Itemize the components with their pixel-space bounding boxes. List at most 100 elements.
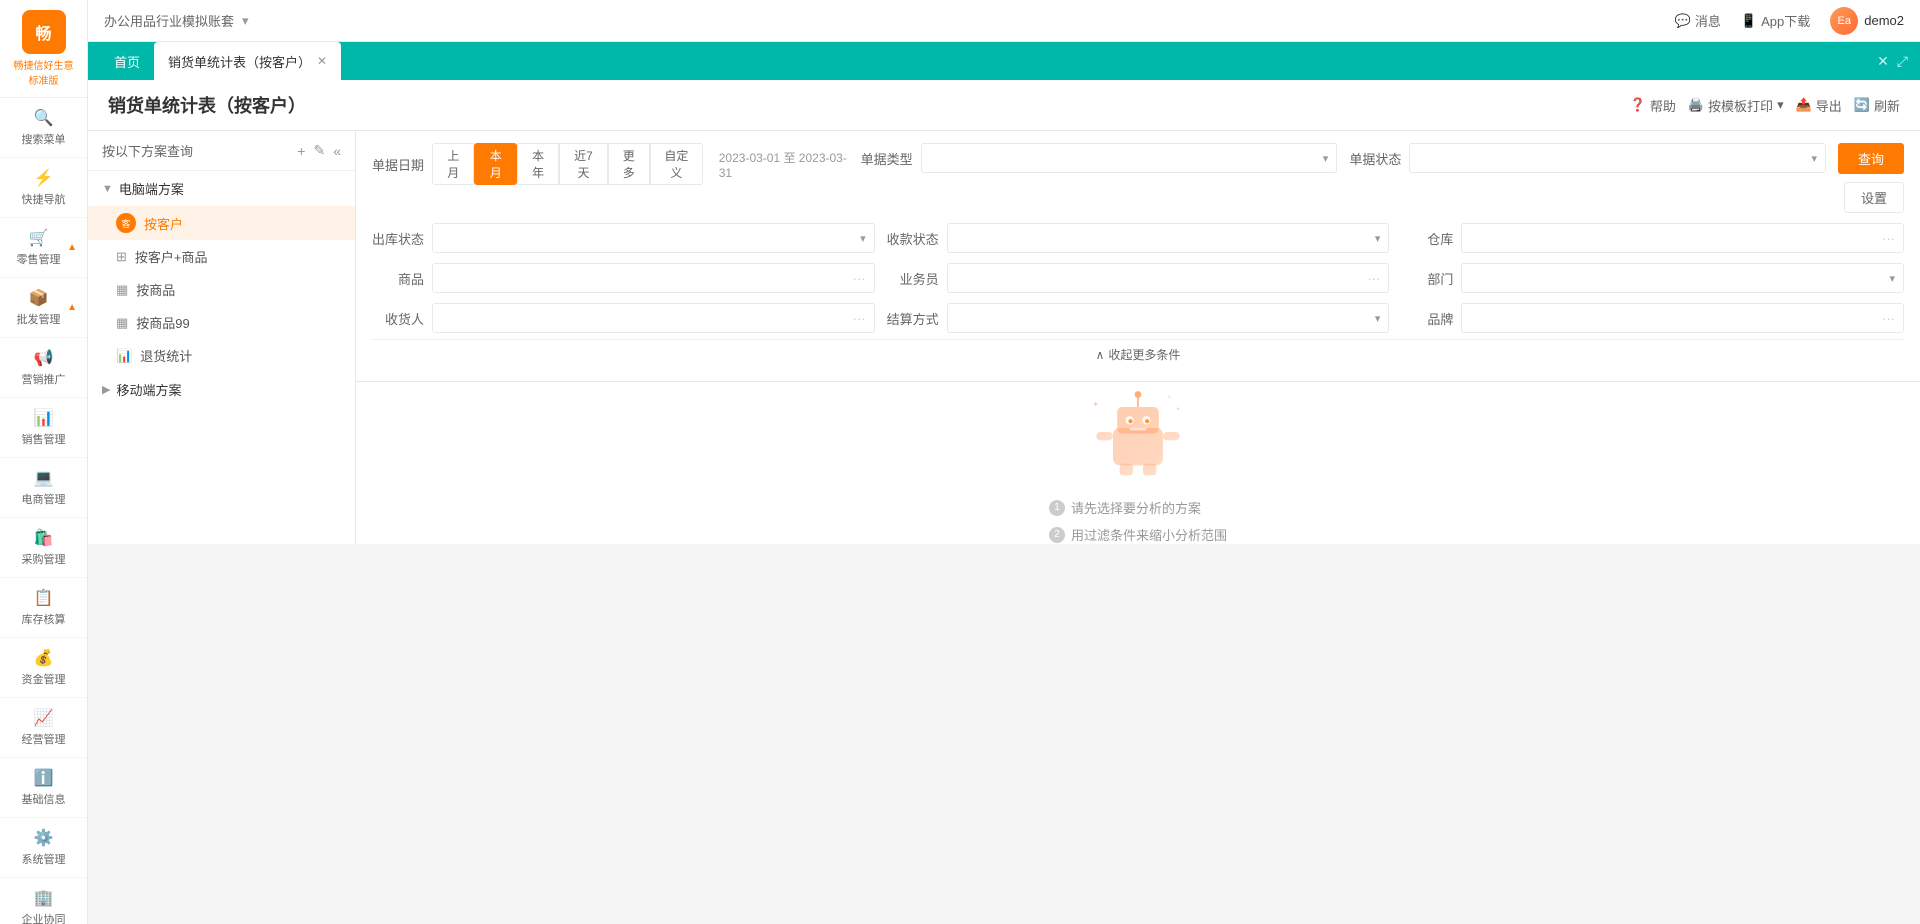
main-area: 办公用品行业模拟账套 ▾ 💬 消息 📱 App下载 Ea demo2 首页 bbox=[88, 0, 1920, 924]
tip-2-num: 2 bbox=[1049, 527, 1065, 543]
warehouse-dots: ··· bbox=[1882, 231, 1895, 246]
sidebar-item-inventory[interactable]: 📋 库存核算 bbox=[0, 578, 87, 638]
out-status-arrow: ▾ bbox=[860, 232, 866, 245]
sidebar-item-operation[interactable]: 📈 经营管理 bbox=[0, 698, 87, 758]
empty-tips: 1 请先选择要分析的方案 2 用过滤条件来缩小分析范围 bbox=[1049, 498, 1227, 544]
top-header-right: 💬 消息 📱 App下载 Ea demo2 bbox=[1675, 7, 1904, 35]
tab-bar-maximize-icon[interactable]: ⤢ bbox=[1897, 53, 1908, 70]
sidebar-item-search[interactable]: 🔍 搜索菜单 bbox=[0, 98, 87, 158]
doc-type-label: 单据类型 bbox=[861, 149, 913, 168]
refresh-button[interactable]: 🔄 刷新 bbox=[1854, 96, 1900, 115]
empty-tip-2: 2 用过滤条件来缩小分析范围 bbox=[1049, 525, 1227, 544]
date-custom-btn[interactable]: 自定义 bbox=[650, 143, 703, 185]
chevron-right-icon: ▶ bbox=[102, 383, 110, 396]
message-label: 消息 bbox=[1695, 11, 1721, 30]
app-download-button[interactable]: 📱 App下载 bbox=[1741, 11, 1810, 30]
date-this-month-btn[interactable]: 本月 bbox=[474, 143, 516, 185]
scheme-collapse-icon[interactable]: « bbox=[333, 143, 341, 159]
action-buttons: 查询 设置 bbox=[1838, 143, 1904, 213]
scheme-item-by-customer[interactable]: 客 按客户 bbox=[88, 206, 355, 240]
sidebar-item-finance[interactable]: 💰 资金管理 bbox=[0, 638, 87, 698]
sidebar-item-marketing[interactable]: 📢 营销推广 bbox=[0, 338, 87, 398]
sidebar-item-system[interactable]: ⚙️ 系统管理 bbox=[0, 818, 87, 878]
tab-home-label: 首页 bbox=[114, 52, 140, 71]
out-status-label: 出库状态 bbox=[372, 229, 424, 248]
brand-field[interactable]: ··· bbox=[1461, 303, 1904, 333]
top-header: 办公用品行业模拟账套 ▾ 💬 消息 📱 App下载 Ea demo2 bbox=[88, 0, 1920, 42]
scheme-item-by-product[interactable]: ▦ 按商品 bbox=[88, 273, 355, 306]
date-more-btn[interactable]: 更多 bbox=[608, 143, 650, 185]
user-avatar[interactable]: Ea bbox=[1830, 7, 1858, 35]
top-header-left: 办公用品行业模拟账套 ▾ bbox=[104, 11, 249, 30]
scheme-add-icon[interactable]: + bbox=[297, 143, 305, 159]
settlement-select[interactable]: ▾ bbox=[947, 303, 1390, 333]
query-button[interactable]: 查询 bbox=[1838, 143, 1904, 174]
export-label: 导出 bbox=[1816, 96, 1842, 115]
settings-button[interactable]: 设置 bbox=[1844, 182, 1904, 213]
print-arrow-icon: ▾ bbox=[1777, 97, 1784, 113]
scheme-group-desktop: ▼ 电脑端方案 客 按客户 ⊞ 按客户+商品 ▦ 按商品 bbox=[88, 171, 355, 372]
basic-icon: ℹ️ bbox=[34, 768, 54, 788]
collapse-bar[interactable]: ∧ 收起更多条件 bbox=[372, 339, 1904, 369]
scheme-group-mobile-header[interactable]: ▶ 移动端方案 bbox=[88, 372, 355, 407]
date-last-month-btn[interactable]: 上月 bbox=[432, 143, 474, 185]
inventory-icon: 📋 bbox=[34, 588, 54, 608]
sidebar-item-basic[interactable]: ℹ️ 基础信息 bbox=[0, 758, 87, 818]
wholesale-arrow: ▲ bbox=[67, 302, 77, 313]
scheme-item-by-product-99[interactable]: ▦ 按商品99 bbox=[88, 306, 355, 339]
tip-1-text: 请先选择要分析的方案 bbox=[1071, 498, 1201, 517]
receipt-status-select[interactable]: ▾ bbox=[947, 223, 1390, 253]
svg-text:✦: ✦ bbox=[1176, 405, 1182, 413]
user-name: demo2 bbox=[1864, 13, 1904, 28]
export-button[interactable]: 📤 导出 bbox=[1796, 96, 1842, 115]
date-last-7days-btn[interactable]: 近7天 bbox=[559, 143, 607, 185]
tab-home[interactable]: 首页 bbox=[100, 42, 154, 80]
doc-type-select[interactable]: ▾ bbox=[921, 143, 1338, 173]
recipient-field[interactable]: ··· bbox=[432, 303, 875, 333]
message-icon: 💬 bbox=[1675, 13, 1691, 29]
sidebar-item-wholesale[interactable]: 📦 批发管理 ▲ bbox=[0, 278, 87, 338]
sidebar-item-retail[interactable]: 🛒 零售管理 ▲ bbox=[0, 218, 87, 278]
collapse-up-icon: ∧ bbox=[1096, 348, 1105, 362]
out-status-select[interactable]: ▾ bbox=[432, 223, 875, 253]
product-field[interactable]: ··· bbox=[432, 263, 875, 293]
tab-close-icon[interactable]: ✕ bbox=[317, 54, 327, 68]
scheme-group-desktop-header[interactable]: ▼ 电脑端方案 bbox=[88, 171, 355, 206]
user-area[interactable]: Ea demo2 bbox=[1830, 7, 1904, 35]
sidebar-item-shortcut[interactable]: ⚡ 快捷导航 bbox=[0, 158, 87, 218]
sidebar-item-purchase[interactable]: 🛍️ 采购管理 bbox=[0, 518, 87, 578]
print-template-button[interactable]: 🖨️ 按模板打印 ▾ bbox=[1688, 96, 1784, 115]
layout-container: 按以下方案查询 + ✎ « ▼ 电脑端方案 客 按客户 bbox=[88, 131, 1920, 544]
scheme-item-by-customer-product[interactable]: ⊞ 按客户+商品 bbox=[88, 240, 355, 273]
date-this-year-btn[interactable]: 本年 bbox=[517, 143, 559, 185]
sidebar-logo[interactable]: 畅 畅捷信好生意标准版 bbox=[0, 0, 87, 98]
scheme-item-return-stat[interactable]: 📊 退货统计 bbox=[88, 339, 355, 372]
warehouse-field[interactable]: ··· bbox=[1461, 223, 1904, 253]
scheme-edit-icon[interactable]: ✎ bbox=[313, 142, 325, 159]
industry-dropdown[interactable]: ▾ bbox=[242, 13, 249, 29]
department-select[interactable]: ▾ bbox=[1461, 263, 1904, 293]
operation-icon: 📈 bbox=[34, 708, 54, 728]
tab-bar-right: ✕ ⤢ bbox=[1877, 53, 1908, 70]
chevron-down-icon: ▼ bbox=[102, 183, 113, 195]
salesperson-field[interactable]: ··· bbox=[947, 263, 1390, 293]
tab-sales-stat[interactable]: 销货单统计表（按客户） ✕ bbox=[154, 42, 341, 80]
by-product-icon: ▦ bbox=[116, 282, 128, 298]
tab-bar-close-icon[interactable]: ✕ bbox=[1877, 53, 1889, 70]
page-header-actions: ❓ 帮助 🖨️ 按模板打印 ▾ 📤 导出 🔄 刷新 bbox=[1630, 96, 1900, 127]
receipt-status-label: 收款状态 bbox=[887, 229, 939, 248]
sidebar-item-enterprise[interactable]: 🏢 企业协同 bbox=[0, 878, 87, 924]
help-button[interactable]: ❓ 帮助 bbox=[1630, 96, 1676, 115]
enterprise-icon: 🏢 bbox=[34, 888, 54, 908]
sidebar-item-ecommerce[interactable]: 💻 电商管理 bbox=[0, 458, 87, 518]
search-icon: 🔍 bbox=[34, 108, 54, 128]
message-button[interactable]: 💬 消息 bbox=[1675, 11, 1721, 30]
help-label: 帮助 bbox=[1650, 96, 1676, 115]
app-download-icon: 📱 bbox=[1741, 13, 1757, 29]
scheme-title: 按以下方案查询 bbox=[102, 141, 193, 160]
sales-icon: 📊 bbox=[34, 408, 54, 428]
sidebar-item-sales[interactable]: 📊 销售管理 bbox=[0, 398, 87, 458]
doc-status-select[interactable]: ▾ bbox=[1409, 143, 1826, 173]
settlement-label: 结算方式 bbox=[887, 309, 939, 328]
empty-illustration: ✦ ✦ ✦ bbox=[1088, 382, 1188, 482]
